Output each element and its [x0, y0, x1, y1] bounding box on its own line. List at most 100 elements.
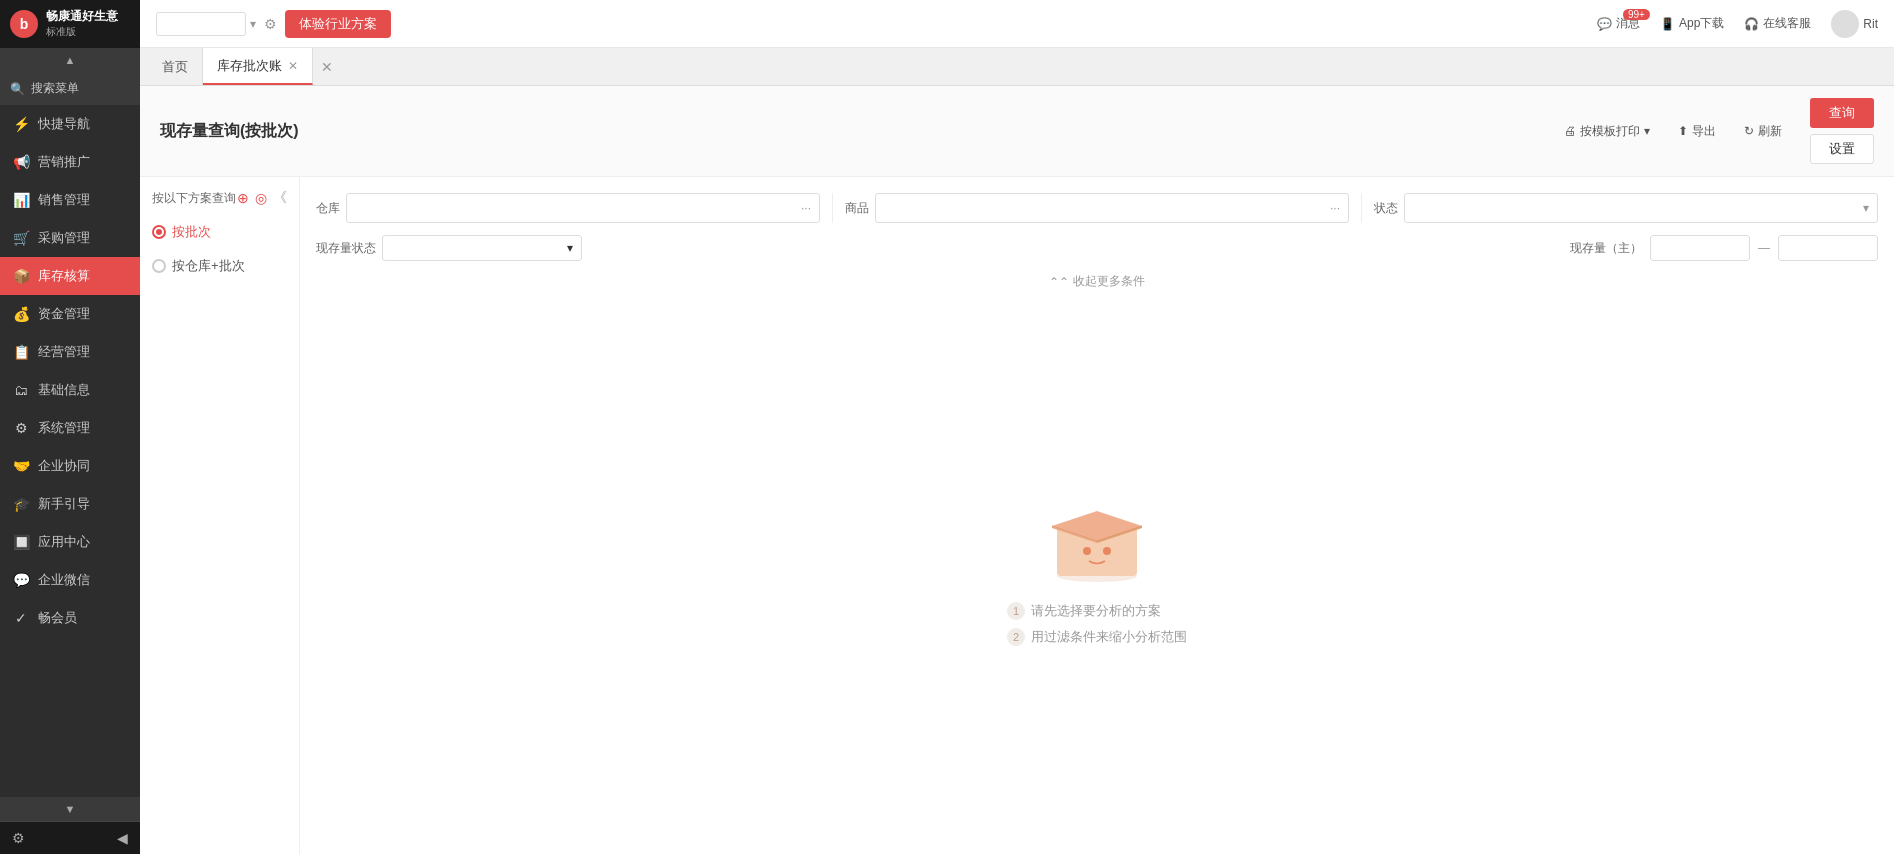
app-download-label: App下载 [1679, 15, 1724, 32]
warehouse-more-icon[interactable]: ··· [801, 201, 811, 215]
empty-svg-illustration [1037, 486, 1157, 586]
export-icon: ⬆ [1678, 124, 1688, 138]
tab-home[interactable]: 首页 [148, 48, 203, 85]
filter-row-1: 仓库 ··· 商品 ··· [316, 193, 1878, 223]
export-label: 导出 [1692, 123, 1716, 140]
status-label: 状态 [1374, 200, 1398, 217]
nav-icon-appstore: 🔲 [12, 534, 30, 550]
message-action[interactable]: 💬 消息 99+ [1597, 15, 1640, 32]
company-name: 畅康通好生意 [46, 9, 118, 25]
tab-bar: 首页 库存批次账 ✕ ✕ [140, 48, 1894, 86]
filter-panel-icons: ⊕ ◎ 《 [237, 189, 287, 207]
warehouse-label: 仓库 [316, 200, 340, 217]
sidebar-item-member[interactable]: ✓ 畅会员 [0, 599, 140, 637]
tab-batch-label: 库存批次账 [217, 57, 282, 75]
nav-label-appstore: 应用中心 [38, 533, 90, 551]
app-download-action[interactable]: 📱 App下载 [1660, 15, 1724, 32]
print-template-btn[interactable]: 🖨 按模板打印 ▾ [1556, 119, 1658, 144]
status-input[interactable]: ▾ [1404, 193, 1878, 223]
product-more-icon[interactable]: ··· [1330, 201, 1340, 215]
export-btn[interactable]: ⬆ 导出 [1670, 119, 1724, 144]
filter-item-warehouse-batch[interactable]: 按仓库+批次 [140, 249, 299, 283]
main-area: ▾ ⚙ 体验行业方案 💬 消息 99+ 📱 App下载 🎧 在线客服 Rit [140, 0, 1894, 854]
nav-icon-basic: 🗂 [12, 382, 30, 398]
sidebar-item-marketing[interactable]: 📢营销推广 [0, 143, 140, 181]
inventory-status-dropdown-icon: ▾ [567, 241, 573, 255]
nav-label-quick: 快捷导航 [38, 115, 90, 133]
tab-close-icon[interactable]: ✕ [288, 59, 298, 73]
topbar-search-input[interactable] [156, 12, 246, 36]
tab-bar-close-icon[interactable]: ✕ [321, 59, 333, 75]
online-service-action[interactable]: 🎧 在线客服 [1744, 15, 1811, 32]
settings-btn[interactable]: 设置 [1810, 134, 1874, 164]
sidebar-item-collab[interactable]: 🤝企业协同 [0, 447, 140, 485]
nav-label-finance: 资金管理 [38, 305, 90, 323]
warehouse-filter-field: 仓库 ··· [316, 193, 820, 223]
product-input[interactable]: ··· [875, 193, 1349, 223]
sidebar-item-quick[interactable]: ⚡快捷导航 [0, 105, 140, 143]
sidebar-header: b 畅康通好生意 标准版 [0, 0, 140, 48]
page-actions: 🖨 按模板打印 ▾ ⬆ 导出 ↻ 刷新 查询 设置 [1556, 98, 1874, 164]
sidebar-search[interactable]: 🔍 搜索菜单 [0, 72, 140, 105]
inventory-status-label: 现存量状态 [316, 240, 376, 257]
sidebar-item-basic[interactable]: 🗂基础信息 [0, 371, 140, 409]
sidebar-item-sales[interactable]: 📊销售管理 [0, 181, 140, 219]
settings-filter-icon[interactable]: ◎ [255, 190, 267, 206]
collapse-filter-icon[interactable]: 《 [273, 189, 287, 207]
nav-icon-collab: 🤝 [12, 458, 30, 474]
nav-label-inventory: 库存核算 [38, 267, 90, 285]
app-logo: b [10, 10, 38, 38]
sidebar-item-system[interactable]: ⚙ 系统管理 [0, 409, 140, 447]
print-dropdown-icon[interactable]: ▾ [1644, 124, 1650, 138]
nav-icon-system: ⚙ [12, 420, 30, 436]
topbar-dropdown-icon[interactable]: ▾ [250, 17, 256, 31]
sidebar-item-appstore[interactable]: 🔲 应用中心 [0, 523, 140, 561]
status-dropdown-icon[interactable]: ▾ [1863, 201, 1869, 215]
nav-label-purchase: 采购管理 [38, 229, 90, 247]
sidebar-item-guide[interactable]: 🎓新手引导 [0, 485, 140, 523]
collapse-label: 收起更多条件 [1073, 273, 1145, 290]
sidebar-title-block: 畅康通好生意 标准版 [46, 9, 118, 39]
user-avatar-action[interactable]: Rit [1831, 10, 1878, 38]
product-filter-field: 商品 ··· [845, 193, 1349, 223]
sidebar-scroll-up[interactable]: ▲ [0, 48, 140, 72]
nav-label-operation: 经营管理 [38, 343, 90, 361]
sidebar-item-purchase[interactable]: 🛒 采购管理 [0, 219, 140, 257]
empty-hints: 1 请先选择要分析的方案 2 用过滤条件来缩小分析范围 [1007, 602, 1187, 646]
nav-icon-member: ✓ [12, 610, 30, 626]
topbar-gear-icon[interactable]: ⚙ [264, 16, 277, 32]
quantity-range-start[interactable] [1650, 235, 1750, 261]
sidebar-item-wechat[interactable]: 💬企业微信 [0, 561, 140, 599]
topbar-input-area: ▾ [156, 12, 256, 36]
experience-btn[interactable]: 体验行业方案 [285, 10, 391, 38]
nav-icon-purchase: 🛒 [12, 230, 30, 246]
quantity-range-end[interactable] [1778, 235, 1878, 261]
add-filter-icon[interactable]: ⊕ [237, 190, 249, 206]
topbar-left: ▾ ⚙ 体验行业方案 [156, 10, 391, 38]
nav-label-member: 畅会员 [38, 609, 77, 627]
collapse-sidebar-icon[interactable]: ◀ [117, 830, 128, 846]
nav-label-system: 系统管理 [38, 419, 90, 437]
sidebar-scroll-down[interactable]: ▼ [0, 797, 140, 821]
hint-item-1: 1 请先选择要分析的方案 [1007, 602, 1187, 620]
nav-icon-finance: 💰 [12, 306, 30, 322]
service-icon: 🎧 [1744, 17, 1759, 31]
empty-illustration [1037, 486, 1157, 586]
tab-batch-account[interactable]: 库存批次账 ✕ [203, 48, 313, 85]
filter-divider-1 [832, 193, 833, 223]
inventory-status-select[interactable]: ▾ [382, 235, 582, 261]
filter-radio-warehouse-batch [152, 259, 166, 273]
query-btn[interactable]: 查询 [1810, 98, 1874, 128]
app-edition: 标准版 [46, 25, 118, 39]
collapse-bar[interactable]: ⌃⌃ 收起更多条件 [316, 269, 1878, 294]
empty-state: 1 请先选择要分析的方案 2 用过滤条件来缩小分析范围 [316, 294, 1878, 838]
sidebar-item-operation[interactable]: 📋经营管理 [0, 333, 140, 371]
warehouse-input[interactable]: ··· [346, 193, 820, 223]
refresh-btn[interactable]: ↻ 刷新 [1736, 119, 1790, 144]
svg-point-2 [1083, 547, 1091, 555]
sidebar-item-inventory[interactable]: 📦库存核算 [0, 257, 140, 295]
filter-item-batch[interactable]: 按批次 [140, 215, 299, 249]
settings-footer-icon[interactable]: ⚙ [12, 830, 25, 846]
page-title: 现存量查询(按批次) [160, 121, 299, 142]
sidebar-item-finance[interactable]: 💰 资金管理 [0, 295, 140, 333]
